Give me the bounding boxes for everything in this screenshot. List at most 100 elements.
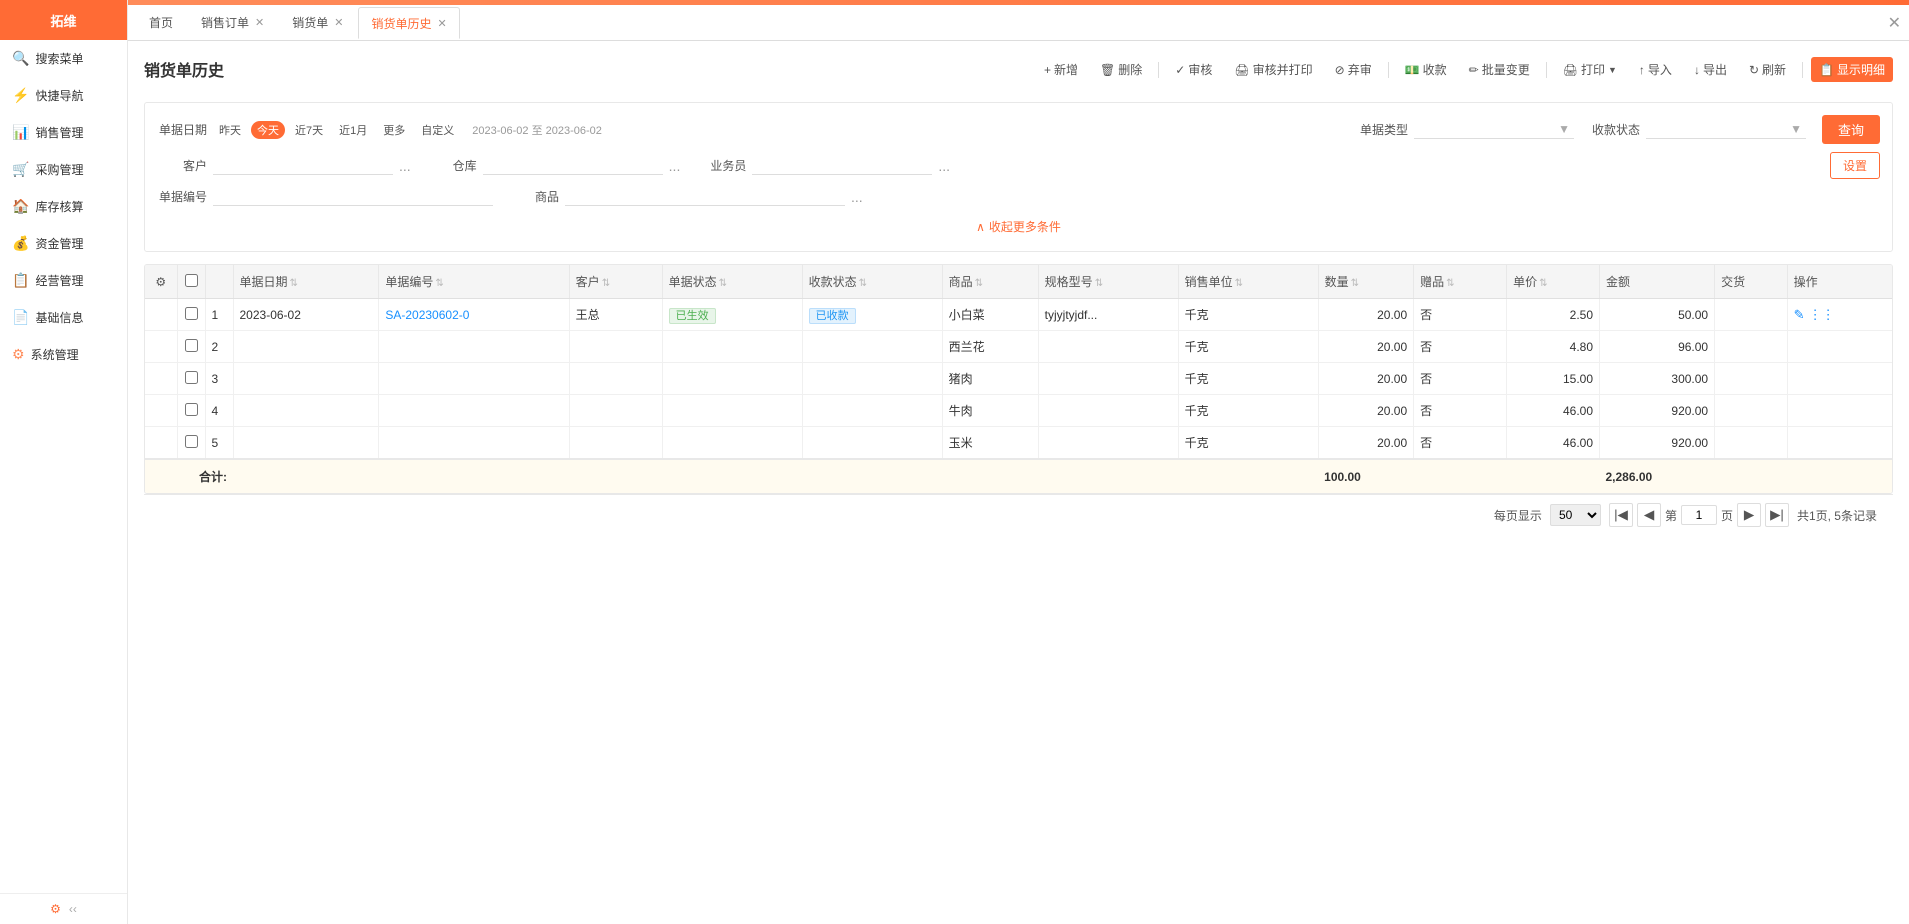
first-page-button[interactable]: |◀ [1609, 503, 1633, 527]
abandon-icon: ⊘ [1335, 63, 1345, 77]
th-goods[interactable]: 商品⇅ [942, 265, 1038, 299]
sidebar-item-search-menu[interactable]: 🔍 搜索菜单 [0, 40, 127, 77]
th-gear[interactable]: ⚙ [145, 265, 177, 299]
row-checkbox[interactable] [177, 299, 205, 331]
customer-input[interactable] [213, 156, 393, 175]
edit-action-icon[interactable]: ✎ [1794, 307, 1805, 323]
row-checkbox[interactable] [177, 363, 205, 395]
query-button[interactable]: 查询 [1822, 115, 1880, 144]
th-doc-date[interactable]: 单据日期⇅ [233, 265, 379, 299]
th-payment-status[interactable]: 收款状态⇅ [802, 265, 942, 299]
import-button[interactable]: ↑ 导入 [1631, 57, 1680, 82]
row-doc-no[interactable]: SA-20230602-0 [379, 299, 569, 331]
date-pill-custom[interactable]: 自定义 [415, 121, 460, 139]
th-doc-status[interactable]: 单据状态⇅ [662, 265, 802, 299]
th-gift[interactable]: 赠品⇅ [1414, 265, 1507, 299]
tab-sales-delivery[interactable]: 销货单 ✕ [279, 7, 356, 39]
staff-input[interactable] [752, 156, 932, 175]
tab-sales-delivery-close[interactable]: ✕ [334, 16, 343, 29]
last-page-button[interactable]: ▶| [1765, 503, 1789, 527]
th-price[interactable]: 单价⇅ [1507, 265, 1600, 299]
date-pill-yesterday[interactable]: 昨天 [213, 121, 247, 139]
audit-print-button[interactable]: 🖨 审核并打印 [1226, 57, 1320, 82]
select-all-checkbox[interactable] [185, 274, 198, 287]
export-button[interactable]: ↓ 导出 [1686, 57, 1735, 82]
date-pill-1month[interactable]: 近1月 [333, 121, 373, 139]
sidebar-settings-icon[interactable]: ⚙ [50, 902, 61, 916]
search-menu-icon: 🔍 [12, 50, 29, 67]
page-size-select[interactable]: 50 100 200 [1550, 504, 1601, 526]
prev-page-button[interactable]: ◀ [1637, 503, 1661, 527]
sidebar-item-finance-mgmt[interactable]: 💰 资金管理 [0, 225, 127, 262]
sidebar-item-inventory[interactable]: 🏠 库存核算 [0, 188, 127, 225]
settings-button[interactable]: 设置 [1830, 152, 1880, 179]
close-all-tabs-button[interactable]: ✕ [1888, 13, 1901, 33]
doc-type-select[interactable]: ▼ [1414, 120, 1574, 139]
page-number-input[interactable] [1681, 505, 1717, 525]
add-button[interactable]: + 新增 [1036, 57, 1086, 82]
tab-home[interactable]: 首页 [136, 7, 186, 39]
row-checkbox[interactable] [177, 331, 205, 363]
sidebar-item-quick-nav[interactable]: ⚡ 快捷导航 [0, 77, 127, 114]
tab-sales-order[interactable]: 销售订单 ✕ [188, 7, 277, 39]
warehouse-ellipsis[interactable]: ... [669, 158, 681, 174]
th-customer[interactable]: 客户⇅ [569, 265, 662, 299]
date-pill-7days[interactable]: 近7天 [289, 121, 329, 139]
show-detail-button[interactable]: 📋 显示明细 [1811, 57, 1893, 82]
sidebar-collapse-icon[interactable]: ‹‹ [69, 902, 77, 916]
goods-ellipsis[interactable]: ... [851, 189, 863, 205]
payment-status-select[interactable]: ▼ [1646, 120, 1806, 139]
abandon-button[interactable]: ⊘ 弃审 [1327, 57, 1380, 82]
batch-change-button[interactable]: ✏ 批量变更 [1461, 57, 1538, 82]
filter-goods: 商品 ... [509, 187, 863, 206]
row-gift: 否 [1414, 395, 1507, 427]
audit-button[interactable]: ✓ 审核 [1167, 57, 1220, 82]
sidebar-item-sys-mgmt[interactable]: ⚙ 系统管理 [0, 336, 127, 373]
row-doc-date [233, 395, 379, 427]
sidebar-item-purchase-mgmt[interactable]: 🛒 采购管理 [0, 151, 127, 188]
staff-label: 业务员 [696, 157, 746, 174]
tab-sales-history[interactable]: 销货单历史 ✕ [358, 7, 459, 39]
staff-ellipsis[interactable]: ... [938, 158, 950, 174]
goods-input[interactable] [565, 187, 845, 206]
warehouse-input[interactable] [483, 156, 663, 175]
tab-sales-order-close[interactable]: ✕ [255, 16, 264, 29]
filter-customer: 客户 ... [157, 156, 411, 175]
row-checkbox[interactable] [177, 427, 205, 460]
th-qty[interactable]: 数量⇅ [1318, 265, 1413, 299]
collapse-label: 收起更多条件 [989, 218, 1061, 235]
sidebar-item-base-info[interactable]: 📄 基础信息 [0, 299, 127, 336]
sidebar-item-sales-mgmt[interactable]: 📊 销售管理 [0, 114, 127, 151]
th-checkbox[interactable] [177, 265, 205, 299]
sidebar-logo: 拓维 [0, 0, 127, 40]
refresh-icon: ↻ [1749, 63, 1759, 77]
tab-sales-history-close[interactable]: ✕ [438, 17, 447, 30]
summary-qty: 100.00 [1318, 459, 1413, 493]
date-pill-today[interactable]: 今天 [251, 121, 285, 139]
th-unit[interactable]: 销售单位⇅ [1178, 265, 1318, 299]
delete-label: 删除 [1118, 61, 1142, 78]
collapse-button[interactable]: ∧ 收起更多条件 [157, 214, 1880, 239]
customer-ellipsis[interactable]: ... [399, 158, 411, 174]
row-actions [1787, 331, 1892, 363]
row-checkbox[interactable] [177, 395, 205, 427]
th-amount[interactable]: 金额 [1600, 265, 1715, 299]
date-pill-more[interactable]: 更多 [377, 121, 411, 139]
next-page-button[interactable]: ▶ [1737, 503, 1761, 527]
payment-status-badge: 已收款 [809, 308, 856, 324]
collect-icon: 💵 [1405, 63, 1420, 77]
collect-button[interactable]: 💵 收款 [1397, 57, 1455, 82]
th-doc-no[interactable]: 单据编号⇅ [379, 265, 569, 299]
refresh-button[interactable]: ↻ 刷新 [1741, 57, 1794, 82]
print-button[interactable]: 🖨 打印 ▼ [1555, 57, 1625, 82]
doc-no-link[interactable]: SA-20230602-0 [385, 308, 469, 322]
more-action-icon[interactable]: ⋮⋮ [1809, 307, 1835, 323]
delete-button[interactable]: 🗑 删除 [1092, 57, 1150, 82]
sidebar-item-ops-mgmt[interactable]: 📋 经营管理 [0, 262, 127, 299]
row-payment-status [802, 331, 942, 363]
filter-row-2: 客户 ... 仓库 ... 业务员 ... 设置 [157, 152, 1880, 179]
total-info: 共1页, 5条记录 [1797, 507, 1877, 524]
th-spec[interactable]: 规格型号⇅ [1038, 265, 1178, 299]
row-qty: 20.00 [1318, 363, 1413, 395]
doc-no-input[interactable] [213, 187, 493, 206]
